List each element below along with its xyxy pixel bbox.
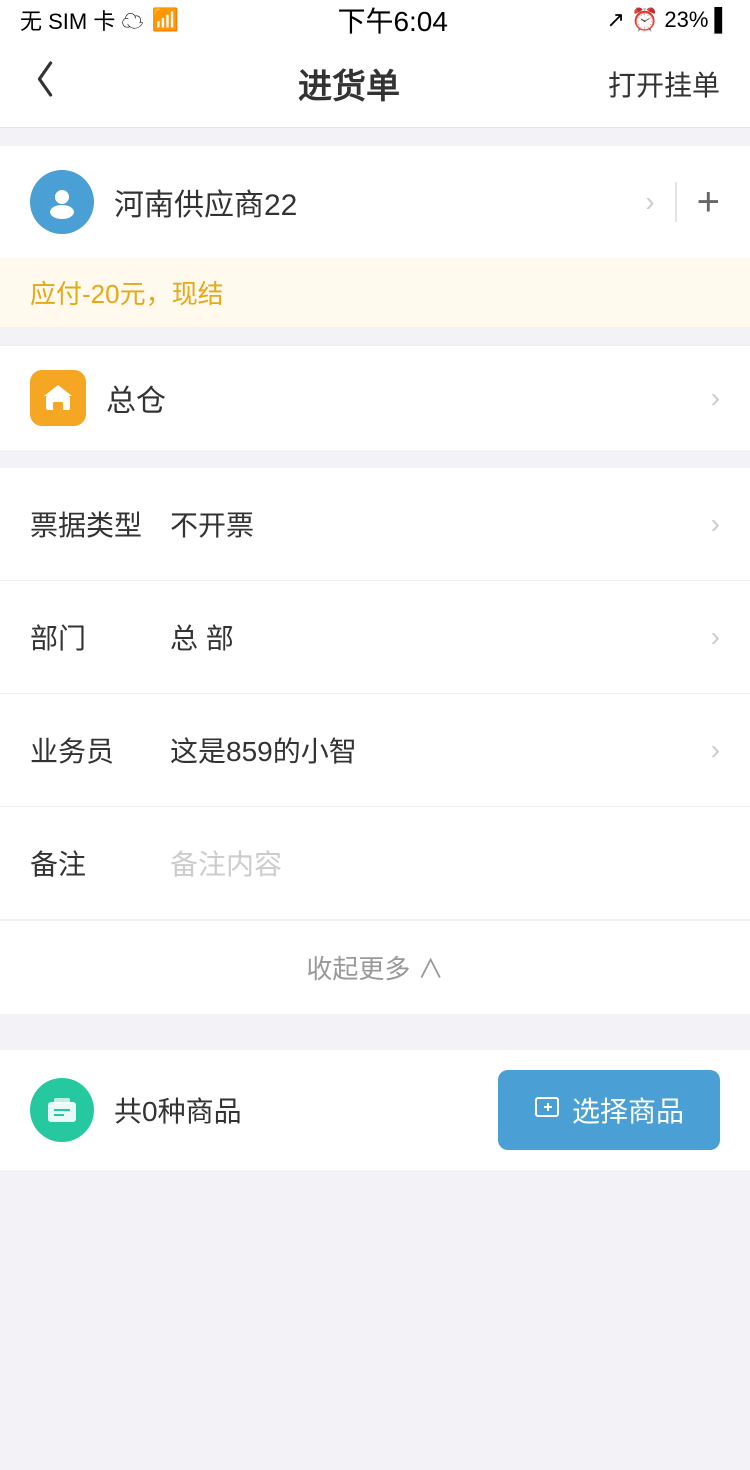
department-value: 总 部 [170, 617, 711, 657]
salesperson-arrow-icon: › [711, 734, 720, 766]
gap-2 [0, 327, 750, 345]
status-bar: 无 SIM 卡 ☁ 📶 下午6:04 ↗ ⏰ 23% ▌ [0, 0, 750, 40]
status-left: 无 SIM 卡 ☁ 📶 [20, 4, 179, 36]
invoice-type-row[interactable]: 票据类型 不开票 › [0, 468, 750, 581]
warehouse-section: 总仓 › [0, 345, 750, 450]
invoice-type-value: 不开票 [170, 504, 711, 544]
warehouse-icon [30, 370, 86, 426]
invoice-type-arrow-icon: › [711, 508, 720, 540]
supplier-section: 河南供应商22 › + 应付-20元，现结 [0, 146, 750, 327]
status-right: ↗ ⏰ 23% ▌ [607, 7, 730, 33]
warehouse-arrow-icon: › [711, 382, 720, 414]
gap-1 [0, 128, 750, 146]
wifi-icon: 📶 [151, 7, 178, 33]
product-count: 共0种商品 [114, 1090, 498, 1130]
supplier-name: 河南供应商22 [114, 180, 645, 224]
remark-label: 备注 [30, 843, 170, 883]
supplier-row[interactable]: 河南供应商22 › + [0, 146, 750, 258]
location-icon: ↗ [607, 7, 625, 33]
department-label: 部门 [30, 617, 170, 657]
supplier-arrow-icon: › [645, 186, 654, 218]
salesperson-value: 这是859的小智 [170, 730, 711, 770]
select-product-icon [534, 1093, 562, 1128]
department-row[interactable]: 部门 总 部 › [0, 581, 750, 694]
battery-icon: ▌ [714, 7, 730, 33]
collapse-label: 收起更多 ∧ [306, 954, 443, 984]
nav-bar: 进货单 打开挂单 [0, 40, 750, 128]
warehouse-row[interactable]: 总仓 › [0, 345, 750, 450]
open-pending-button[interactable]: 打开挂单 [608, 64, 720, 104]
select-product-button[interactable]: 选择商品 [498, 1070, 720, 1150]
remark-row[interactable]: 备注 备注内容 [0, 807, 750, 920]
form-section: 票据类型 不开票 › 部门 总 部 › 业务员 这是859的小智 › 备注 备注… [0, 468, 750, 1014]
supplier-avatar [30, 170, 94, 234]
gap-3 [0, 1014, 750, 1032]
battery-label: 23% [664, 7, 708, 33]
remark-input[interactable]: 备注内容 [170, 843, 720, 883]
page-background [0, 1170, 750, 1470]
collapse-row[interactable]: 收起更多 ∧ [0, 920, 750, 1014]
supplier-divider [675, 182, 677, 222]
page-title: 进货单 [298, 59, 400, 108]
back-button[interactable] [30, 59, 90, 108]
product-icon [30, 1078, 94, 1142]
select-product-label: 选择商品 [572, 1090, 684, 1130]
salesperson-row[interactable]: 业务员 这是859的小智 › [0, 694, 750, 807]
status-time: 下午6:04 [337, 0, 448, 40]
bottom-section: 共0种商品 选择商品 [0, 1050, 750, 1170]
warehouse-name: 总仓 [106, 376, 711, 420]
notice-bar: 应付-20元，现结 [0, 258, 750, 327]
add-supplier-button[interactable]: + [697, 180, 720, 225]
department-arrow-icon: › [711, 621, 720, 653]
sim-label: 无 SIM 卡 ☁ [20, 4, 143, 36]
alarm-icon: ⏰ [631, 7, 658, 33]
invoice-type-label: 票据类型 [30, 504, 170, 544]
salesperson-label: 业务员 [30, 730, 170, 770]
